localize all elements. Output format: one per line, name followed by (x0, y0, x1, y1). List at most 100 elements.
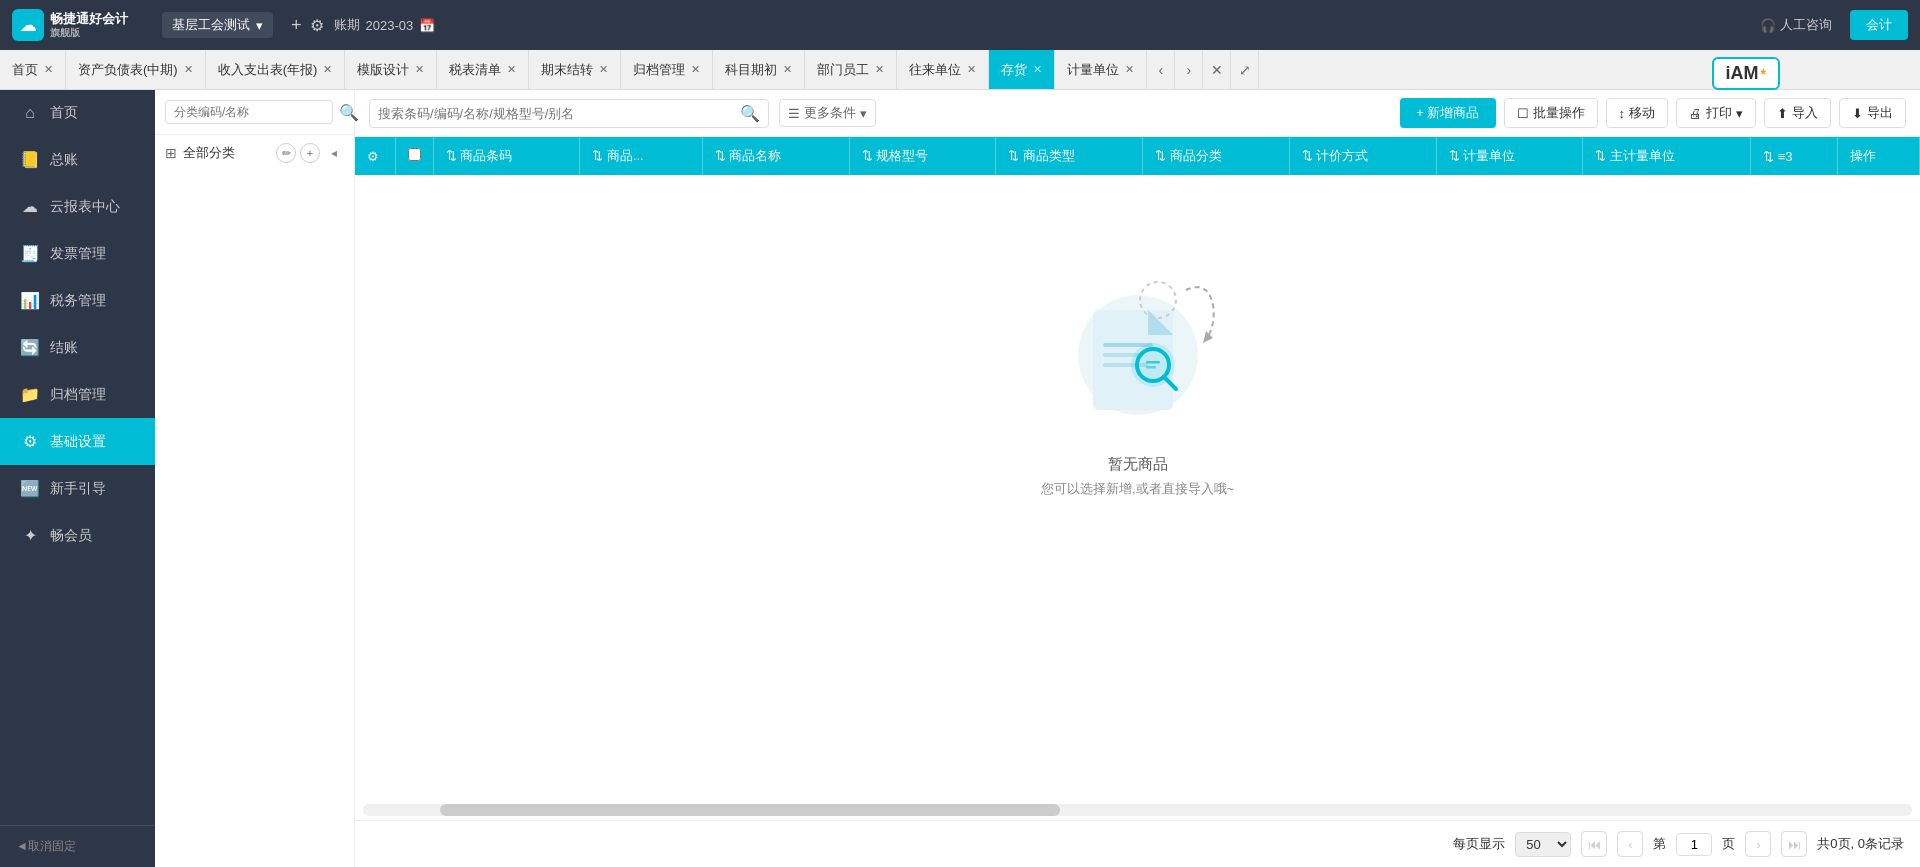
tab-expand-btn[interactable]: ⤢ (1231, 50, 1259, 89)
main-layout: ⌂ 首页 📒 总账 ☁ 云报表中心 🧾 发票管理 📊 税务管理 🔄 结账 📁 归… (0, 90, 1920, 867)
workspace-selector[interactable]: 基层工会测试 ▾ (162, 12, 273, 38)
tab-template-close[interactable]: ✕ (415, 63, 424, 76)
move-btn[interactable]: ↕ 移动 (1606, 98, 1669, 128)
tab-income-close[interactable]: ✕ (323, 63, 332, 76)
import-label: 导入 (1792, 104, 1818, 122)
tab-subject-close[interactable]: ✕ (783, 63, 792, 76)
archive-icon: 📁 (20, 385, 40, 404)
sidebar-item-guide[interactable]: 🆕 新手引导 (0, 465, 155, 512)
home-icon: ⌂ (20, 104, 40, 122)
next-page-btn[interactable]: › (1745, 831, 1771, 857)
th-spec[interactable]: ⇅ 规格型号 (849, 137, 996, 175)
calendar-icon[interactable]: 📅 (419, 18, 435, 33)
filter-btn[interactable]: ☰ 更多条件 ▾ (779, 99, 876, 127)
iam-text: iAM (1726, 63, 1759, 84)
import-icon: ⬆ (1777, 106, 1788, 121)
tab-period[interactable]: 期末结转 ✕ (529, 50, 621, 89)
tab-dept-close[interactable]: ✕ (875, 63, 884, 76)
page-number-input[interactable] (1676, 833, 1712, 856)
tab-home-close[interactable]: ✕ (44, 63, 53, 76)
collapse-btn[interactable]: ◂ (324, 143, 344, 163)
tab-home[interactable]: 首页 ✕ (0, 50, 66, 89)
empty-text: 暂无商品 您可以选择新增,或者直接导入哦~ (1041, 455, 1234, 498)
th-check[interactable] (395, 137, 433, 175)
tab-unit-close[interactable]: ✕ (1125, 63, 1134, 76)
th-type[interactable]: ⇅ 商品类型 (996, 137, 1143, 175)
sidebar-item-tax[interactable]: 📊 税务管理 (0, 277, 155, 324)
tab-dept[interactable]: 部门员工 ✕ (805, 50, 897, 89)
tab-inventory[interactable]: 存货 ✕ (989, 50, 1055, 89)
category-search-input[interactable] (165, 100, 333, 124)
app-edition: 旗舰版 (50, 27, 128, 39)
last-page-btn[interactable]: ⏭ (1781, 831, 1807, 857)
th-col3[interactable]: ⇅ ≡3 (1751, 137, 1838, 175)
tab-next-btn[interactable]: › (1175, 50, 1203, 89)
tab-unit[interactable]: 计量单位 ✕ (1055, 50, 1147, 89)
tab-subject[interactable]: 科目期初 ✕ (713, 50, 805, 89)
per-page-select[interactable]: 10 20 50 100 (1515, 832, 1571, 857)
th-name[interactable]: ⇅ 商品名称 (702, 137, 849, 175)
product-search-icon[interactable]: 🔍 (740, 104, 760, 123)
tab-template-label: 模版设计 (357, 61, 409, 79)
import-btn[interactable]: ⬆ 导入 (1764, 98, 1831, 128)
horizontal-scrollbar[interactable] (363, 804, 1912, 816)
account-button[interactable]: 会计 (1850, 10, 1908, 40)
move-icon: ↕ (1619, 106, 1626, 121)
svg-rect-11 (1146, 361, 1160, 364)
print-btn[interactable]: 🖨 打印 ▾ (1676, 98, 1756, 128)
th-gear[interactable]: ⚙ (355, 137, 395, 175)
sidebar-item-reports[interactable]: ☁ 云报表中心 (0, 183, 155, 230)
category-all[interactable]: ⊞ 全部分类 ✏ + ◂ (155, 135, 354, 171)
batch-btn[interactable]: ☐ 批量操作 (1504, 98, 1598, 128)
tab-template[interactable]: 模版设计 ✕ (345, 50, 437, 89)
sidebar-item-ledger[interactable]: 📒 总账 (0, 136, 155, 183)
product-search-input[interactable] (378, 106, 734, 121)
sidebar-item-basic[interactable]: ⚙ 基础设置 (0, 418, 155, 465)
tab-income[interactable]: 收入支出表(年报) ✕ (206, 50, 346, 89)
category-actions: ✏ + ◂ (276, 143, 344, 163)
th-barcode[interactable]: ⇅ 商品条码 (433, 137, 580, 175)
help-button[interactable]: 🎧 人工咨询 (1752, 12, 1840, 38)
th-main-unit[interactable]: ⇅ 主计量单位 (1583, 137, 1751, 175)
prev-page-btn[interactable]: ‹ (1617, 831, 1643, 857)
category-add-btn[interactable]: + (300, 143, 320, 163)
sidebar-member-label: 畅会员 (50, 527, 92, 545)
th-pricing[interactable]: ⇅ 计价方式 (1289, 137, 1436, 175)
tab-partner[interactable]: 往来单位 ✕ (897, 50, 989, 89)
tab-archive[interactable]: 归档管理 ✕ (621, 50, 713, 89)
tab-prev-btn[interactable]: ‹ (1147, 50, 1175, 89)
th-code[interactable]: ⇅ 商品... (580, 137, 702, 175)
sidebar-item-closing[interactable]: 🔄 结账 (0, 324, 155, 371)
tab-taxclear-close[interactable]: ✕ (507, 63, 516, 76)
sidebar-item-archive[interactable]: 📁 归档管理 (0, 371, 155, 418)
sidebar-item-home[interactable]: ⌂ 首页 (0, 90, 155, 136)
print-label: 打印 (1706, 104, 1732, 122)
scrollbar-thumb[interactable] (440, 804, 1060, 816)
tab-inventory-close[interactable]: ✕ (1033, 63, 1042, 76)
tab-taxclear[interactable]: 税表清单 ✕ (437, 50, 529, 89)
sidebar-item-invoice[interactable]: 🧾 发票管理 (0, 230, 155, 277)
iam-star: * (1761, 66, 1766, 82)
tab-partner-close[interactable]: ✕ (967, 63, 976, 76)
th-category[interactable]: ⇅ 商品分类 (1143, 137, 1290, 175)
new-product-btn[interactable]: + 新增商品 (1400, 98, 1495, 128)
th-unit[interactable]: ⇅ 计量单位 (1436, 137, 1583, 175)
tab-period-close[interactable]: ✕ (599, 63, 608, 76)
settings-icon[interactable]: ⚙ (310, 16, 324, 35)
sidebar-unpin-btn[interactable]: ◄取消固定 (0, 825, 155, 867)
tab-archive-close[interactable]: ✕ (691, 63, 700, 76)
tab-balance[interactable]: 资产负债表(中期) ✕ (66, 50, 206, 89)
first-page-btn[interactable]: ⏮ (1581, 831, 1607, 857)
tab-balance-close[interactable]: ✕ (184, 63, 193, 76)
page-suffix: 页 (1722, 835, 1735, 853)
export-btn[interactable]: ⬇ 导出 (1839, 98, 1906, 128)
select-all-checkbox[interactable] (408, 148, 421, 161)
tab-dept-label: 部门员工 (817, 61, 869, 79)
category-edit-btn[interactable]: ✏ (276, 143, 296, 163)
add-workspace-btn[interactable]: + (291, 15, 302, 36)
sidebar: ⌂ 首页 📒 总账 ☁ 云报表中心 🧾 发票管理 📊 税务管理 🔄 结账 📁 归… (0, 90, 155, 867)
tab-close-all-btn[interactable]: ✕ (1203, 50, 1231, 89)
sidebar-item-member[interactable]: ✦ 畅会员 (0, 512, 155, 559)
left-panel-header: 🔍 (155, 90, 354, 135)
grid-icon: ⊞ (165, 145, 177, 161)
